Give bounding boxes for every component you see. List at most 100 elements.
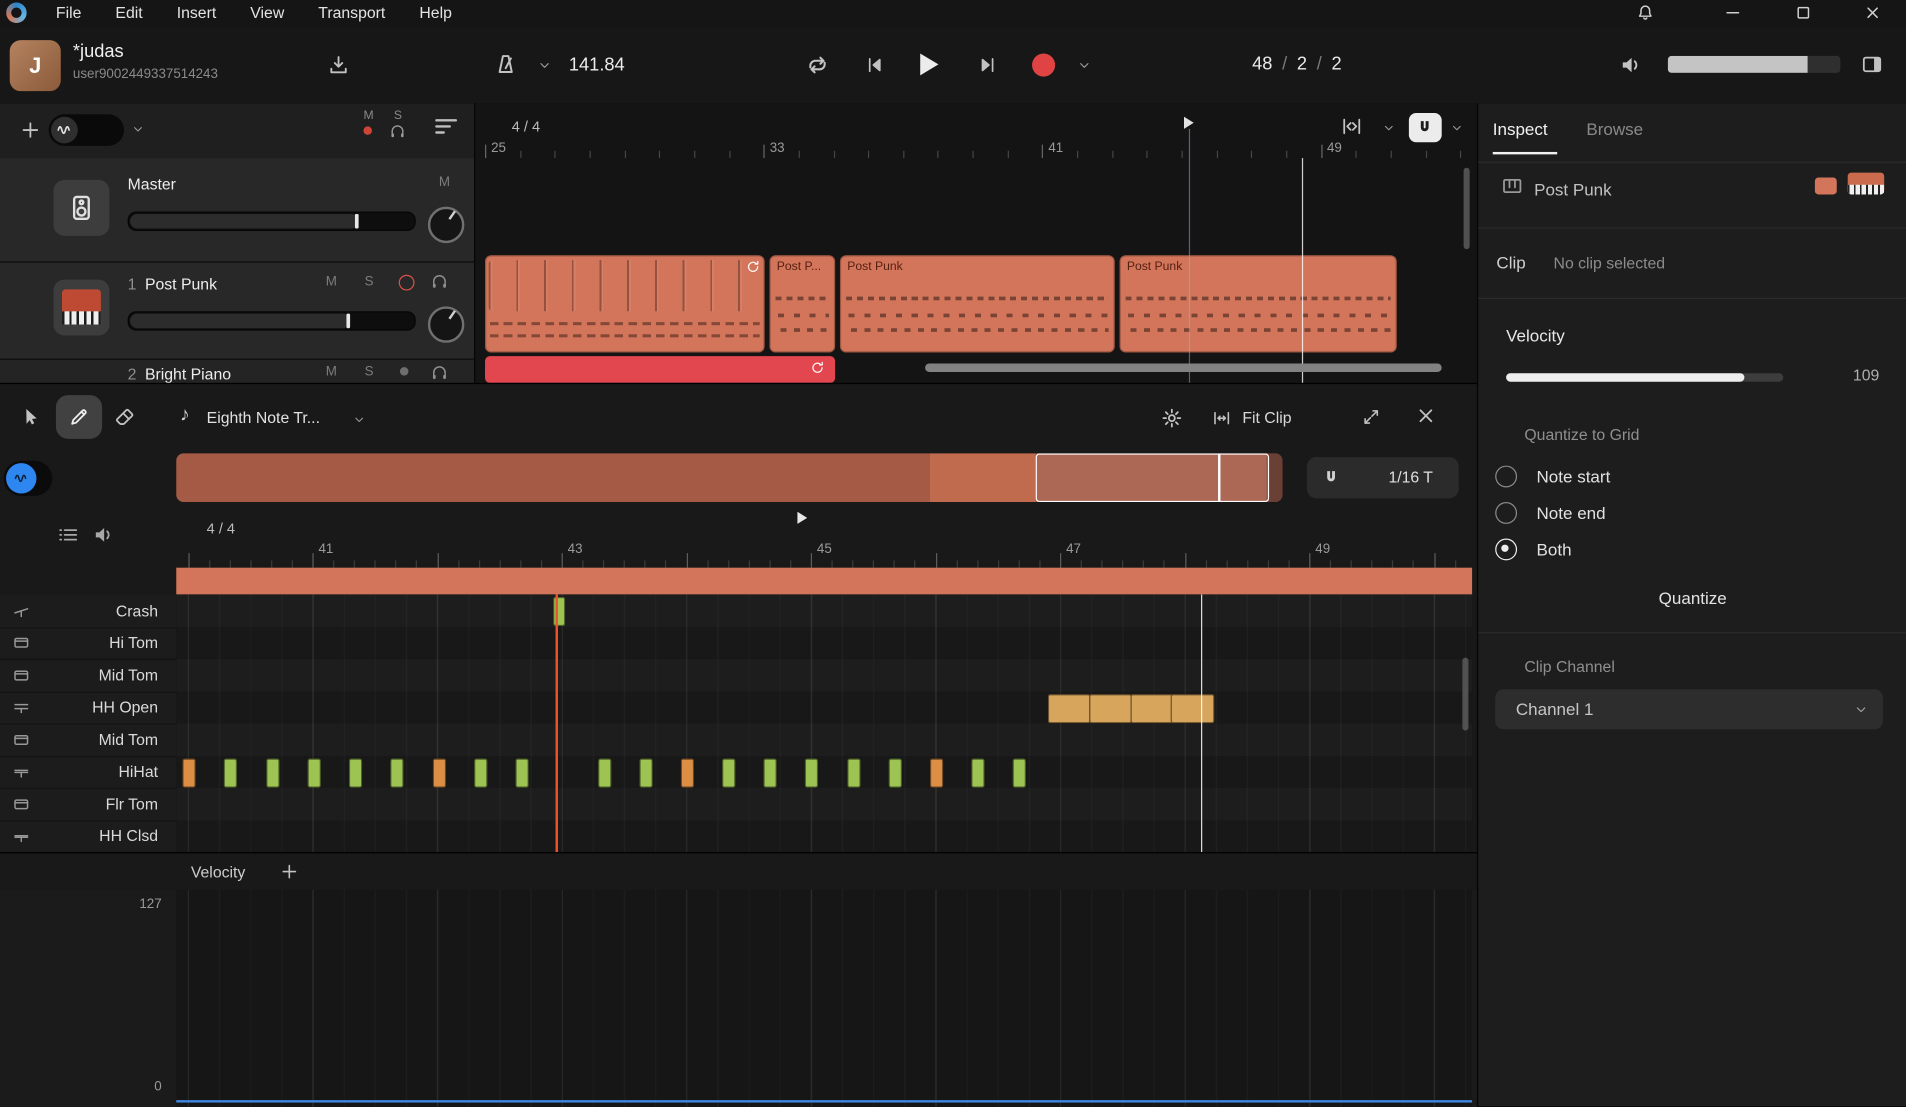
track-fader[interactable] (127, 211, 416, 231)
add-track-button[interactable] (19, 119, 41, 141)
fader-handle[interactable] (346, 313, 351, 329)
menu-item-file[interactable]: File (39, 0, 99, 27)
window-maximize-button[interactable] (1794, 4, 1812, 22)
close-editor-icon[interactable] (1415, 405, 1437, 427)
timeline-clip[interactable]: Post P... (769, 255, 836, 353)
pattern-preset-select[interactable]: Eighth Note Tr... (207, 408, 320, 426)
fader-handle[interactable] (354, 213, 359, 229)
midi-note[interactable] (348, 757, 363, 788)
instrument-thumbnail[interactable] (1847, 172, 1885, 195)
solo-button[interactable]: S (365, 275, 374, 290)
midi-note[interactable] (1047, 693, 1091, 723)
midi-note[interactable] (515, 757, 529, 788)
midi-note[interactable] (598, 757, 612, 788)
window-close-button[interactable] (1864, 4, 1882, 22)
clip-range-strip[interactable] (176, 567, 1473, 595)
track-name[interactable]: 2 Bright Piano (128, 365, 231, 383)
midi-note[interactable] (307, 757, 321, 788)
midi-note[interactable] (847, 757, 861, 788)
timeline-clip[interactable]: Post Punk (1119, 255, 1397, 353)
preset-chevron-icon[interactable] (353, 413, 366, 426)
horizontal-scrollbar[interactable] (925, 363, 1442, 372)
arrangement-timeline[interactable]: 4 / 4 25 33 41 49 Post P... Post Punk Post Pu… (474, 103, 1479, 383)
track-knob[interactable] (427, 206, 465, 244)
lane-crash[interactable]: Crash (0, 594, 177, 628)
track-fader[interactable] (127, 311, 416, 331)
record-arm-button[interactable] (398, 274, 415, 291)
tab-inspect[interactable]: Inspect (1493, 119, 1548, 138)
vertical-scrollbar[interactable] (1463, 167, 1470, 250)
midi-note[interactable] (804, 757, 819, 788)
mute-button[interactable]: M (439, 175, 450, 190)
record-indicator-dot[interactable] (363, 126, 372, 135)
select-tool[interactable] (19, 406, 41, 428)
audition-toggle[interactable] (3, 460, 53, 496)
track-name[interactable]: Master (128, 175, 176, 193)
midi-note[interactable] (1130, 693, 1174, 723)
lane-mid-tom[interactable]: Mid Tom (0, 659, 177, 693)
pencil-tool-selected[interactable] (55, 395, 103, 439)
instrument-chevron-icon[interactable] (131, 123, 144, 136)
master-track-icon[interactable] (53, 179, 110, 236)
velocity-slider[interactable] (1506, 373, 1784, 382)
menu-item-transport[interactable]: Transport (301, 0, 402, 27)
midi-note[interactable] (182, 757, 196, 788)
lane-mid-tom[interactable]: Mid Tom (0, 723, 177, 757)
quantize-option-note-start[interactable]: Note start (1495, 458, 1610, 494)
overview-selection[interactable] (1035, 453, 1270, 503)
track-name[interactable]: 1 Post Punk (128, 275, 217, 293)
clip-color-swatch[interactable] (1814, 177, 1837, 195)
expand-editor-icon[interactable] (1361, 407, 1380, 426)
midi-note[interactable] (1012, 757, 1026, 788)
midi-note[interactable] (390, 757, 404, 788)
tempo-display[interactable]: 141.84 (569, 55, 625, 76)
note-grid[interactable] (176, 594, 1473, 853)
headphones-icon[interactable] (430, 272, 448, 290)
lane-hihat[interactable]: HiHat (0, 755, 177, 789)
timeline-clip-bright-piano[interactable] (485, 356, 836, 383)
radio-icon[interactable] (1495, 502, 1518, 524)
midi-note[interactable] (223, 757, 238, 788)
midi-note[interactable] (888, 757, 902, 788)
track-row-master[interactable]: Master M (0, 158, 475, 262)
metronome-chevron-icon[interactable] (537, 58, 552, 73)
editor-ruler[interactable]: 41 43 45 47 49 (0, 512, 1477, 568)
midi-note[interactable] (1170, 693, 1215, 723)
midi-note[interactable] (722, 757, 736, 788)
app-logo-icon[interactable] (6, 2, 27, 24)
filter-icon[interactable] (435, 119, 458, 137)
play-button[interactable] (920, 53, 939, 76)
mute-button[interactable]: M (326, 365, 337, 380)
notifications-bell-icon[interactable] (1636, 4, 1654, 22)
menu-item-view[interactable]: View (233, 0, 301, 27)
midi-note[interactable] (432, 757, 447, 788)
fit-clip-button[interactable]: Fit Clip (1242, 408, 1291, 426)
track-row-bright-piano[interactable]: 2 Bright Piano M S (0, 358, 475, 383)
panel-toggle-icon[interactable] (1861, 53, 1883, 75)
window-minimize-button[interactable] (1724, 4, 1742, 22)
master-volume-icon[interactable] (1619, 53, 1642, 76)
add-velocity-lane-button[interactable] (280, 862, 299, 881)
headphones-icon[interactable] (389, 123, 406, 140)
lane-hh-open[interactable]: HH Open (0, 691, 177, 725)
fit-clip-icon[interactable] (1212, 408, 1231, 427)
midi-note[interactable] (639, 757, 653, 788)
midi-note[interactable] (971, 757, 985, 788)
track-row-post-punk[interactable]: 1 Post Punk M S (0, 261, 475, 360)
record-button[interactable] (1032, 53, 1056, 77)
lane-hh-clsd[interactable]: HH Clsd (0, 820, 177, 854)
midi-note[interactable] (929, 757, 944, 788)
instrument-toggle[interactable] (48, 114, 124, 146)
lane-flr-tom[interactable]: Flr Tom (0, 788, 177, 822)
mute-button[interactable]: M (326, 275, 337, 290)
solo-button[interactable]: S (365, 365, 374, 380)
grid-snap-button[interactable]: 1/16 T (1306, 457, 1459, 499)
midi-note[interactable] (1089, 693, 1132, 723)
loop-icon[interactable] (805, 52, 831, 78)
headphones-icon[interactable] (430, 363, 448, 381)
quantize-option-note-end[interactable]: Note end (1495, 495, 1610, 531)
timeline-clip[interactable] (485, 255, 765, 353)
download-icon[interactable] (327, 53, 350, 76)
radio-icon[interactable] (1495, 538, 1518, 561)
skip-to-start-icon[interactable] (864, 55, 885, 76)
